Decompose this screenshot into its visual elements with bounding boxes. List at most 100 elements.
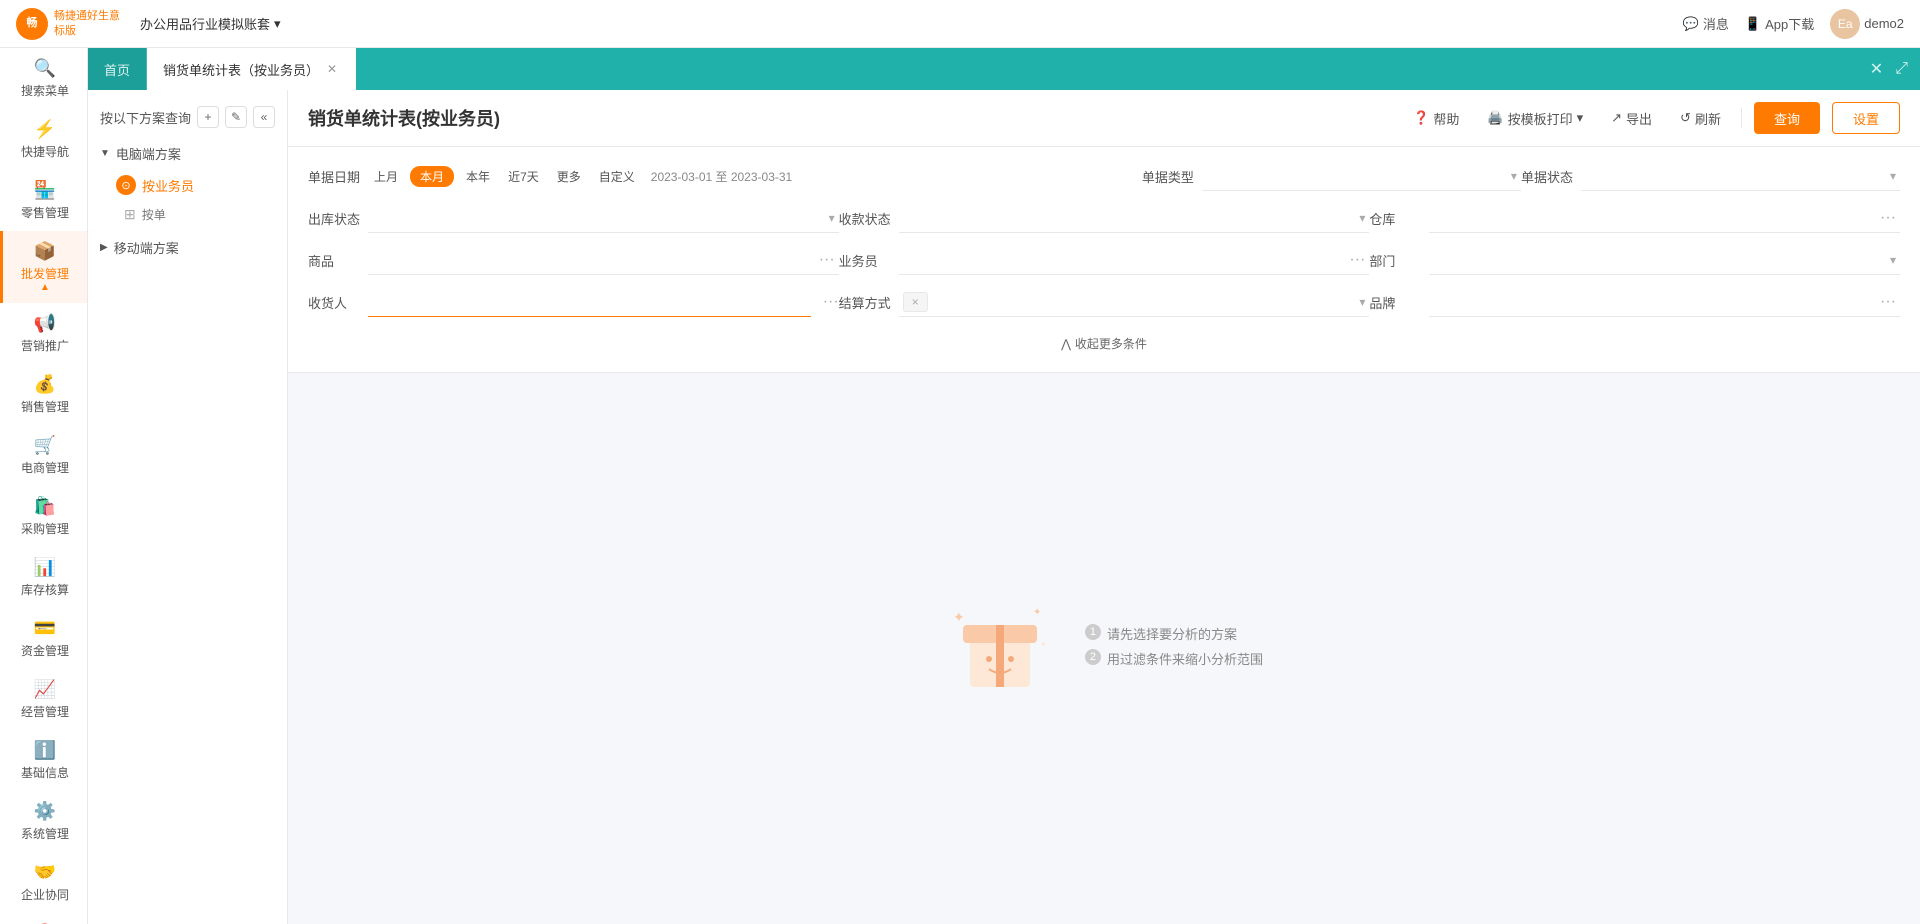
app-selector-label: 办公用品行业模拟账套 <box>140 14 270 33</box>
header-left: 畅 畅捷通好生意 标版 办公用品行业模拟账套 ▾ <box>16 8 281 40</box>
filter-salesperson: 业务员 ··· <box>839 245 1370 275</box>
filter-settlement: 结算方式 × ▾ <box>839 287 1370 317</box>
home-tab-label: 首页 <box>104 60 130 79</box>
app-download-btn[interactable]: 📱 App下载 <box>1745 14 1814 33</box>
date-more[interactable]: 更多 <box>551 166 587 187</box>
tab-close-icon[interactable]: ✕ <box>325 60 339 78</box>
query-button[interactable]: 查询 <box>1754 102 1820 134</box>
sidebar-item-purchase[interactable]: 🛍️ 采购管理 <box>0 486 87 547</box>
sidebar-item-wholesale[interactable]: 📦 批发管理 ▲ <box>0 231 87 303</box>
panel-item-label: 按业务员 <box>142 176 194 195</box>
receiver-label: 收货人 <box>308 293 360 312</box>
user-menu-btn[interactable]: Ea demo2 <box>1830 9 1904 39</box>
marketing-icon: 📢 <box>34 313 56 334</box>
tag-close-icon[interactable]: × <box>912 295 919 309</box>
tab-sales-stat[interactable]: 销货单统计表（按业务员） ✕ <box>147 48 356 90</box>
filter-goods: 商品 ··· <box>308 245 839 275</box>
sub-item-icon: ⊞ <box>124 206 136 223</box>
filter-area: 单据日期 上月 本月 本年 近7天 更多 自定义 2023-03-01 至 20… <box>288 147 1920 373</box>
sidebar-item-marketing[interactable]: 📢 营销推广 <box>0 303 87 364</box>
ecommerce-icon: 🛒 <box>34 435 56 456</box>
doc-type-select[interactable]: ▾ <box>1202 161 1521 191</box>
sidebar-item-enterprise[interactable]: 🤝 企业协同 <box>0 852 87 913</box>
wholesale-icon: 📦 <box>34 241 56 262</box>
sidebar-item-label: 营销推广 <box>21 337 69 354</box>
main-layout: 🔍 搜索菜单 ⚡ 快捷导航 🏪 零售管理 📦 批发管理 ▲ 📢 营销推广 💰 销… <box>0 48 1920 924</box>
filter-doc-status: 单据状态 ▾ <box>1521 161 1900 191</box>
payment-status-select[interactable]: ▾ <box>899 203 1370 233</box>
goods-select[interactable]: ··· <box>368 245 839 275</box>
sidebar-item-shortcut[interactable]: ⚡ 快捷导航 <box>0 109 87 170</box>
out-status-select[interactable]: ▾ <box>368 203 839 233</box>
chevron-down-icon: ▾ <box>1890 169 1896 183</box>
panel-group-desktop-header[interactable]: ▼ 电脑端方案 <box>88 138 287 169</box>
sidebar-item-label: 采购管理 <box>21 520 69 537</box>
panel-edit-btn[interactable]: ✎ <box>225 106 247 128</box>
warehouse-select[interactable]: ··· <box>1429 203 1900 233</box>
sidebar-item-label: 销售管理 <box>21 398 69 415</box>
empty-illustration-wrapper: ✦ ✦ ✦ 1 请先选择 <box>945 597 1263 700</box>
sidebar-item-business[interactable]: 📈 经营管理 <box>0 669 87 730</box>
left-panel: 按以下方案查询 + ✎ « ▼ 电脑端方案 ⊙ 按业务员 <box>88 90 288 924</box>
warehouse-label: 仓库 <box>1369 209 1421 228</box>
date-last-month[interactable]: 上月 <box>368 166 404 187</box>
sidebar-item-inventory[interactable]: 📊 库存核算 <box>0 547 87 608</box>
brand-select[interactable]: ··· <box>1429 287 1900 317</box>
page-body: 按以下方案查询 + ✎ « ▼ 电脑端方案 ⊙ 按业务员 <box>88 90 1920 924</box>
chevron-down-icon: ▾ <box>1511 169 1517 183</box>
sidebar-item-system[interactable]: ⚙️ 系统管理 <box>0 791 87 852</box>
salesperson-label: 业务员 <box>839 251 891 270</box>
active-item-icon: ⊙ <box>116 175 136 195</box>
filter-out-status: 出库状态 ▾ <box>308 203 839 233</box>
filter-receiver: 收货人 ··· <box>308 287 839 317</box>
settings-button[interactable]: 设置 <box>1832 102 1900 134</box>
sidebar-item-ecommerce[interactable]: 🛒 电商管理 <box>0 425 87 486</box>
sidebar-item-label: 批发管理 <box>21 265 69 282</box>
sales-icon: 💰 <box>34 374 56 395</box>
department-select[interactable]: ▾ <box>1429 245 1900 275</box>
sidebar-item-search[interactable]: 🔍 搜索菜单 <box>0 48 87 109</box>
sidebar-item-finance[interactable]: 💳 资金管理 <box>0 608 87 669</box>
header-right: 💬 消息 📱 App下载 Ea demo2 <box>1683 9 1904 39</box>
sidebar: 🔍 搜索菜单 ⚡ 快捷导航 🏪 零售管理 📦 批发管理 ▲ 📢 营销推广 💰 销… <box>0 48 88 924</box>
date-custom[interactable]: 自定义 <box>593 166 641 187</box>
receiver-input[interactable] <box>368 287 811 317</box>
settlement-select[interactable]: × ▾ <box>899 287 1370 317</box>
date-this-year[interactable]: 本年 <box>460 166 496 187</box>
salesperson-select[interactable]: ··· <box>899 245 1370 275</box>
sidebar-item-newbie[interactable]: 🎯 新手引导 <box>0 913 87 924</box>
panel-add-btn[interactable]: + <box>197 106 219 128</box>
filter-row-1: 单据日期 上月 本月 本年 近7天 更多 自定义 2023-03-01 至 20… <box>308 161 1900 191</box>
group-label: 移动端方案 <box>114 238 179 257</box>
app-selector[interactable]: 办公用品行业模拟账套 ▾ <box>140 14 281 33</box>
sidebar-item-retail[interactable]: 🏪 零售管理 <box>0 170 87 231</box>
inventory-icon: 📊 <box>34 557 56 578</box>
date-last7[interactable]: 近7天 <box>502 166 545 187</box>
sidebar-item-label: 企业协同 <box>21 886 69 903</box>
tab-home[interactable]: 首页 <box>88 48 147 90</box>
panel-item-label: 按单 <box>142 206 166 223</box>
date-this-month[interactable]: 本月 <box>410 166 454 187</box>
help-btn[interactable]: ❓ 帮助 <box>1405 105 1467 132</box>
sidebar-item-sales[interactable]: 💰 销售管理 <box>0 364 87 425</box>
base-icon: ℹ️ <box>34 740 56 761</box>
collapse-icon: ⋀ <box>1061 337 1071 351</box>
panel-collapse-btn[interactable]: « <box>253 106 275 128</box>
export-btn[interactable]: ↗ 导出 <box>1603 105 1660 132</box>
left-panel-header: 按以下方案查询 + ✎ « <box>88 100 287 134</box>
doc-status-select[interactable]: ▾ <box>1581 161 1900 191</box>
refresh-btn[interactable]: ↺ 刷新 <box>1672 105 1729 132</box>
collapse-filters-btn[interactable]: ⋀ 收起更多条件 <box>308 329 1900 358</box>
template-print-btn[interactable]: 🖨️ 按模板打印 ▾ <box>1479 105 1591 132</box>
tab-close-btn[interactable]: ✕ <box>1866 55 1887 83</box>
tab-expand-btn[interactable]: ⤢ <box>1891 56 1912 82</box>
message-btn[interactable]: 💬 消息 <box>1683 14 1729 33</box>
page-title-bar: 销货单统计表(按业务员) ❓ 帮助 🖨️ 按模板打印 ▾ ↗ <box>288 90 1920 147</box>
panel-group-mobile-header[interactable]: ▶ 移动端方案 <box>88 232 287 263</box>
message-icon: 💬 <box>1683 16 1699 32</box>
brand-label: 品牌 <box>1369 293 1421 312</box>
arrow-icon: ▲ <box>40 282 50 293</box>
sidebar-item-base[interactable]: ℹ️ 基础信息 <box>0 730 87 791</box>
panel-item-by-salesperson[interactable]: ⊙ 按业务员 <box>88 169 287 201</box>
panel-item-by-order[interactable]: ⊞ 按单 <box>88 201 287 228</box>
